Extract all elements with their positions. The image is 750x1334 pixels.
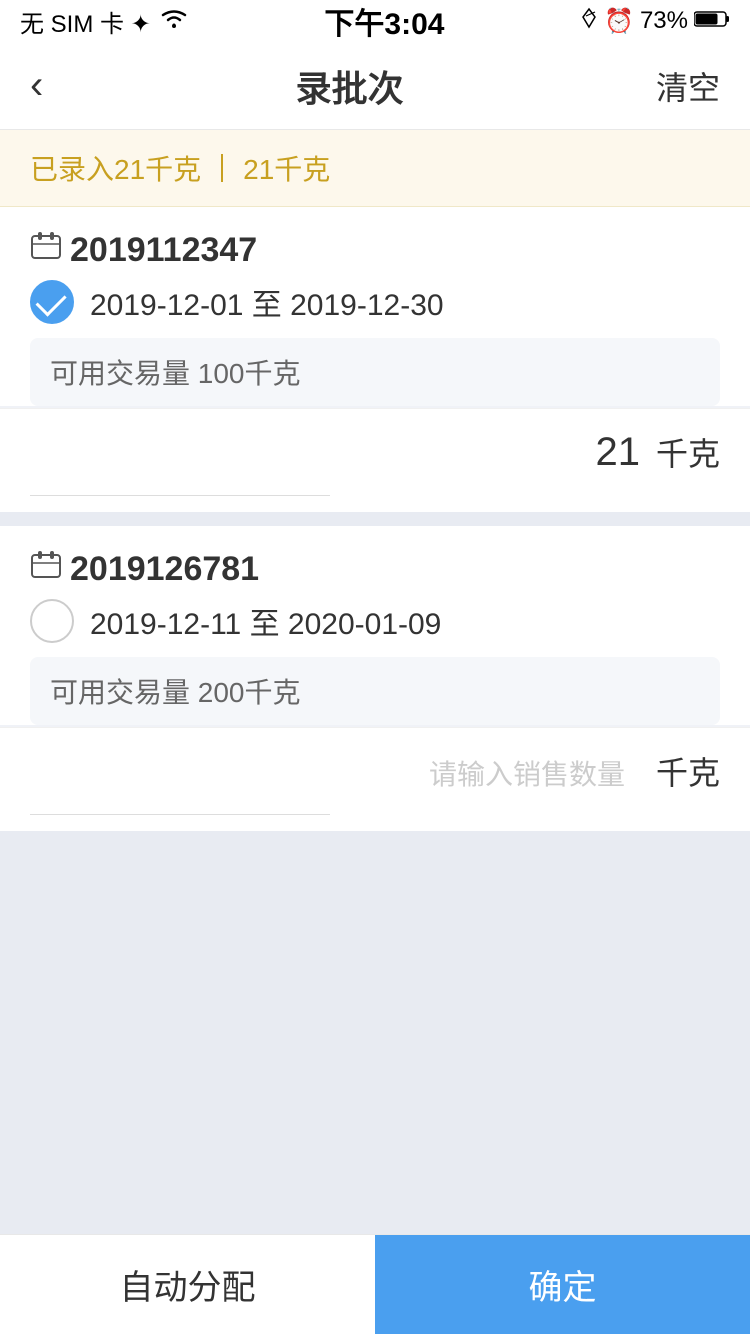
back-button[interactable]: ‹: [30, 63, 43, 108]
amount-unit-1: 千克: [656, 429, 720, 475]
amount-row-1: 21 千克: [0, 408, 750, 495]
batch-id-2: 2019126781: [70, 550, 259, 589]
page-title: 录批次: [296, 60, 404, 112]
amount-value-1: 21: [595, 430, 640, 475]
card-date-1: 2019-12-01 至 2019-12-30: [90, 280, 444, 324]
battery-text: 73%: [640, 7, 688, 35]
radio-2[interactable]: [30, 599, 74, 643]
auto-distribute-button[interactable]: 自动分配: [0, 1235, 375, 1334]
wifi-icon: [159, 7, 189, 36]
amount-input-2[interactable]: [125, 749, 640, 794]
summary-bar: 已录入21千克 21千克: [0, 130, 750, 207]
confirm-button[interactable]: 确定: [375, 1235, 750, 1334]
empty-area: [0, 831, 750, 1271]
status-bar: 无 SIM 卡 ✦ 下午3:04 ⏰ 73%: [0, 0, 750, 42]
bottom-bar: 自动分配 确定: [0, 1234, 750, 1334]
batch-item-2: 2019126781 2019-12-11 至 2020-01-09 可用交易量…: [0, 526, 750, 725]
card-header-2: 2019126781: [30, 550, 720, 589]
card-row-1: 2019-12-01 至 2019-12-30: [30, 280, 720, 324]
batch-icon-2: [30, 551, 62, 589]
card-row-2: 2019-12-11 至 2020-01-09: [30, 599, 720, 643]
status-time: 下午3:04: [324, 0, 444, 43]
clear-button[interactable]: 清空: [656, 63, 720, 109]
card-header-1: 2019112347: [30, 231, 720, 270]
alarm-icon: ⏰: [604, 7, 634, 36]
location-icon: [580, 7, 598, 36]
availability-1: 可用交易量 100千克: [30, 338, 720, 406]
nav-bar: ‹ 录批次 清空: [0, 42, 750, 130]
amount-row-2: 千克: [0, 727, 750, 814]
status-right: ⏰ 73%: [580, 7, 730, 36]
summary-value: 21千克: [243, 148, 330, 188]
no-sim-text: 无 SIM 卡 ✦: [20, 4, 151, 39]
section-divider: [0, 512, 750, 526]
batch-icon-1: [30, 232, 62, 270]
card-date-2: 2019-12-11 至 2020-01-09: [90, 599, 441, 643]
status-left: 无 SIM 卡 ✦: [20, 4, 189, 39]
summary-divider: [221, 154, 223, 182]
radio-1[interactable]: [30, 280, 74, 324]
batch-item-1: 2019112347 2019-12-01 至 2019-12-30 可用交易量…: [0, 207, 750, 406]
amount-unit-2: 千克: [656, 748, 720, 794]
battery-icon: [694, 7, 730, 35]
availability-2: 可用交易量 200千克: [30, 657, 720, 725]
batch-id-1: 2019112347: [70, 231, 257, 270]
recorded-label: 已录入21千克: [30, 148, 201, 188]
